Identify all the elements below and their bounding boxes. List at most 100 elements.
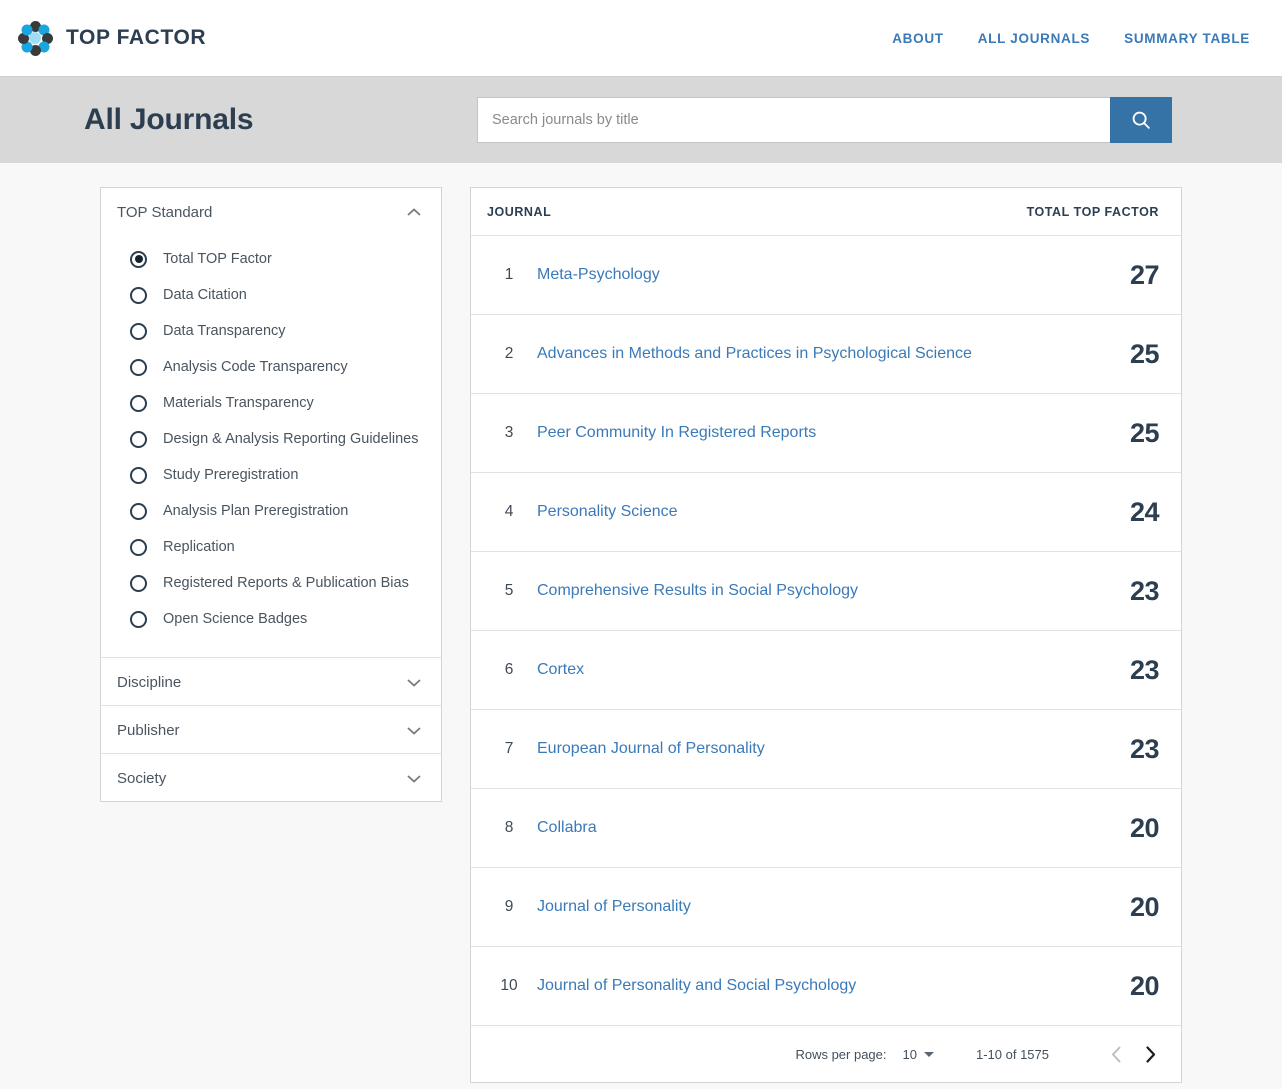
next-page-button[interactable] [1133,1037,1167,1071]
filter-section-label: Society [117,770,167,787]
chevron-down-icon [407,774,421,783]
pagination-range: 1-10 of 1575 [975,1046,1049,1062]
row-rank: 4 [504,503,514,520]
journal-link[interactable]: Collabra [537,817,597,840]
previous-page-button[interactable] [1099,1037,1133,1071]
table-pagination: Rows per page: 10 1-10 of 1575 [471,1026,1181,1082]
radio-unselected-icon[interactable] [130,610,147,628]
row-rank: 2 [504,345,514,362]
table-row[interactable]: 7 European Journal of Personality 23 [471,710,1181,789]
filter-option-row[interactable]: Registered Reports & Publication Bias [101,565,441,601]
filter-option-row[interactable]: Data Transparency [101,313,441,349]
nav-link-summary-table[interactable]: SUMMARY TABLE [1124,31,1250,46]
table-row[interactable]: 10 Journal of Personality and Social Psyc… [471,947,1181,1026]
filter-option-row[interactable]: Total TOP Factor [101,241,441,277]
row-rank: 3 [504,424,514,441]
search-bar [477,97,1172,143]
filter-option-row[interactable]: Design & Analysis Reporting Guidelines [101,421,441,457]
column-total-top-factor: TOTAL TOP FACTOR [1026,204,1159,219]
table-row[interactable]: 6 Cortex 23 [471,631,1181,710]
filter-option-label: Analysis Code Transparency [163,359,348,375]
rows-per-page-value: 10 [902,1046,917,1062]
filter-option-row[interactable]: Replication [101,529,441,565]
table-row[interactable]: 3 Peer Community In Registered Reports 25 [471,394,1181,473]
table-header-row: JOURNAL TOTAL TOP FACTOR [471,188,1181,236]
radio-unselected-icon[interactable] [130,430,147,448]
filter-option-label: Registered Reports & Publication Bias [163,575,409,591]
journal-score: 25 [1129,338,1160,369]
radio-unselected-icon[interactable] [130,538,147,556]
search-button[interactable] [1110,97,1172,143]
rows-per-page-select[interactable]: 10 [903,1047,934,1062]
filter-option-row[interactable]: Materials Transparency [101,385,441,421]
row-rank: 10 [500,977,518,994]
filter-option-label: Data Citation [163,287,247,303]
journals-table: JOURNAL TOTAL TOP FACTOR 1 Meta-Psycholog… [470,187,1182,1083]
brand-logo[interactable]: TOP FACTOR [16,19,206,57]
journal-link[interactable]: Meta-Psychology [537,264,660,287]
filter-panel: TOP Standard Total TOP Factor Data Citati… [100,187,442,802]
row-rank: 9 [504,898,514,915]
journal-score: 23 [1129,575,1160,606]
row-rank: 8 [504,819,514,836]
rows-per-page-label: Rows per page: [795,1046,887,1062]
row-rank: 1 [504,266,514,283]
journal-score: 23 [1129,654,1160,685]
journal-score: 25 [1129,417,1160,448]
filter-section-publisher[interactable]: Publisher [101,705,441,753]
journal-link[interactable]: Personality Science [537,501,678,524]
collapsed-filter-sections: Discipline Publisher Society [101,657,441,801]
nav-link-about[interactable]: ABOUT [892,31,944,46]
filter-section-label: TOP Standard [117,204,213,221]
page-title: All Journals [84,103,254,136]
filter-section-top-standard[interactable]: TOP Standard [101,188,441,235]
top-standard-radio-group: Total TOP Factor Data Citation Data Transp… [101,235,441,657]
journal-score: 20 [1129,891,1160,922]
filter-option-label: Materials Transparency [163,395,314,411]
search-icon [1132,111,1150,129]
journal-score: 20 [1129,970,1160,1001]
radio-unselected-icon[interactable] [130,574,147,592]
journal-score: 24 [1129,496,1160,527]
filter-option-row[interactable]: Open Science Badges [101,601,441,637]
journal-link[interactable]: Advances in Methods and Practices in Psy… [537,343,972,366]
filter-section-discipline[interactable]: Discipline [101,657,441,705]
journal-link[interactable]: Comprehensive Results in Social Psycholo… [537,580,858,603]
table-row[interactable]: 5 Comprehensive Results in Social Psychol… [471,552,1181,631]
radio-unselected-icon[interactable] [130,322,147,340]
table-row[interactable]: 8 Collabra 20 [471,789,1181,868]
journal-link[interactable]: European Journal of Personality [537,738,765,761]
filter-option-label: Study Preregistration [163,467,299,483]
filter-section-label: Publisher [117,722,180,739]
journal-link[interactable]: Journal of Personality [537,896,691,919]
nav-link-all-journals[interactable]: ALL JOURNALS [978,31,1090,46]
radio-unselected-icon[interactable] [130,394,147,412]
radio-selected-icon[interactable] [130,250,147,268]
filter-option-label: Analysis Plan Preregistration [163,503,349,519]
filter-option-label: Design & Analysis Reporting Guidelines [163,431,419,447]
filter-section-label: Discipline [117,674,182,691]
filter-option-row[interactable]: Data Citation [101,277,441,313]
search-input[interactable] [477,97,1110,143]
journal-link[interactable]: Peer Community In Registered Reports [537,422,816,445]
filter-option-label: Data Transparency [163,323,286,339]
journal-score: 23 [1129,733,1160,764]
flower-dots-logo-icon [16,19,54,57]
filter-option-row[interactable]: Analysis Code Transparency [101,349,441,385]
table-row[interactable]: 1 Meta-Psychology 27 [471,236,1181,315]
filter-option-label: Open Science Badges [163,611,308,627]
table-row[interactable]: 9 Journal of Personality 20 [471,868,1181,947]
table-row[interactable]: 2 Advances in Methods and Practices in Ps… [471,315,1181,394]
filter-option-row[interactable]: Analysis Plan Preregistration [101,493,441,529]
journal-link[interactable]: Cortex [537,659,584,682]
radio-unselected-icon[interactable] [130,286,147,304]
journal-link[interactable]: Journal of Personality and Social Psycho… [537,975,856,998]
radio-unselected-icon[interactable] [130,358,147,376]
journal-score: 20 [1129,812,1160,843]
filter-section-society[interactable]: Society [101,753,441,801]
filter-option-row[interactable]: Study Preregistration [101,457,441,493]
radio-unselected-icon[interactable] [130,466,147,484]
row-rank: 7 [504,740,514,757]
table-row[interactable]: 4 Personality Science 24 [471,473,1181,552]
radio-unselected-icon[interactable] [130,502,147,520]
